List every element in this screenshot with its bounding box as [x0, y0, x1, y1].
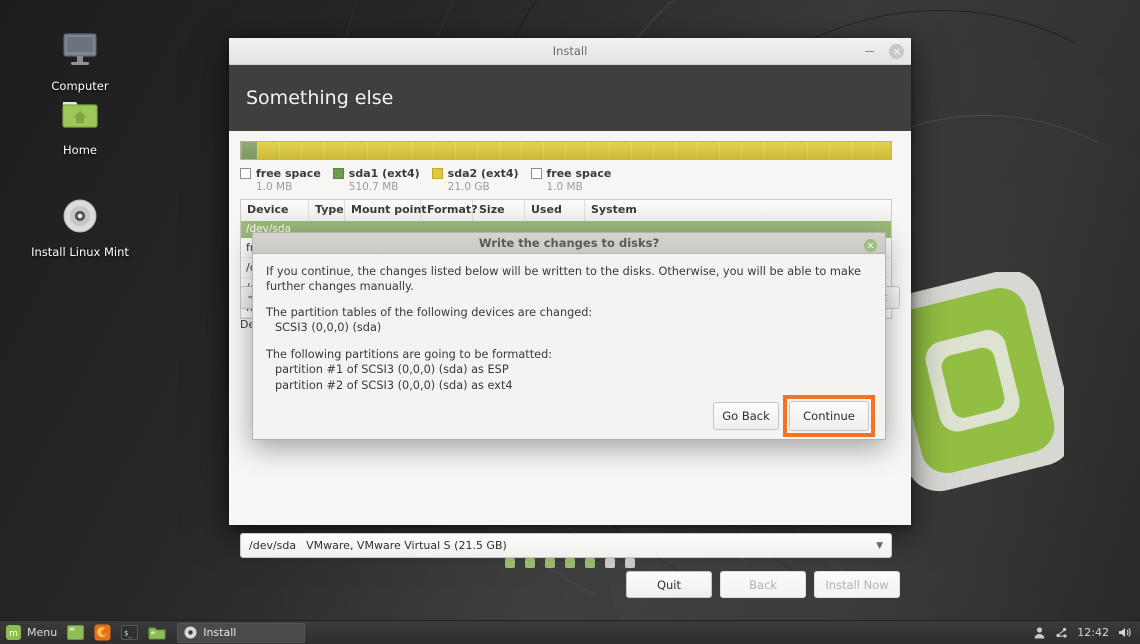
legend-item: free space 1.0 MB [530, 167, 612, 193]
legend-item: sda1 (ext4) 510.7 MB [332, 167, 420, 193]
desktop-icon-install-linux-mint[interactable]: Install Linux Mint [25, 190, 135, 259]
column-header-format[interactable]: Format? [421, 200, 478, 221]
dialog-actions: Go Back Continue [253, 393, 885, 439]
go-back-button[interactable]: Go Back [713, 402, 779, 431]
dialog-body: If you continue, the changes listed belo… [253, 254, 885, 394]
taskbar-window-install[interactable]: Install [177, 622, 306, 643]
legend-item: sda2 (ext4) 21.0 GB [431, 167, 519, 193]
page-title: Something else [229, 65, 911, 131]
progress-dot [525, 558, 535, 568]
column-header-type[interactable]: Type [309, 200, 345, 221]
desktop-icon-computer[interactable]: Computer [25, 24, 135, 93]
dialog-section2-item: partition #1 of SCSI3 (0,0,0) (sda) as E… [275, 363, 509, 377]
legend-size: 510.7 MB [348, 181, 399, 193]
dialog-title: Write the changes to disks? [478, 235, 660, 250]
mint-menu-icon: m [6, 625, 21, 640]
legend-swatch [332, 168, 344, 179]
window-titlebar: Install [229, 38, 911, 65]
write-changes-dialog: Write the changes to disks? If you conti… [252, 232, 886, 440]
legend-swatch [240, 168, 251, 179]
disc-icon [184, 626, 197, 639]
installer-footer-buttons: Quit Back Install Now [626, 571, 900, 598]
files-icon [148, 627, 166, 640]
desktop-icon-label: Install Linux Mint [31, 245, 129, 259]
progress-dot [565, 558, 575, 568]
show-desktop-launcher[interactable] [62, 621, 89, 644]
window-title: Install [552, 44, 588, 58]
menu-label: Menu [27, 626, 58, 639]
progress-dot [625, 558, 635, 568]
dialog-section2-title: The following partitions are going to be… [266, 347, 553, 361]
close-icon[interactable] [864, 239, 877, 252]
continue-button-highlight: Continue [783, 395, 875, 438]
files-launcher[interactable] [143, 621, 171, 644]
minimize-button[interactable] [862, 44, 877, 59]
partition-legend: free space 1.0 MB sda1 (ext4) 510.7 MB s… [240, 167, 900, 193]
progress-dots [0, 558, 1140, 568]
desktop-icon-label: Home [63, 143, 97, 157]
column-header-device[interactable]: Device [241, 200, 309, 221]
quit-button[interactable]: Quit [626, 571, 712, 598]
computer-icon [25, 24, 135, 76]
terminal-launcher[interactable]: $_ [116, 621, 143, 644]
dialog-section2-item: partition #2 of SCSI3 (0,0,0) (sda) as e… [275, 378, 513, 392]
disc-icon [25, 190, 135, 242]
boot-loader-description: VMware, VMware Virtual S (21.5 GB) [306, 539, 507, 552]
taskbar: m Menu $_ Install 12:42 [0, 620, 1140, 644]
boot-loader-device: /dev/sda [249, 539, 297, 552]
taskbar-window-label: Install [203, 626, 237, 639]
terminal-icon: $_ [121, 625, 139, 640]
legend-swatch [431, 168, 443, 179]
user-icon[interactable] [1033, 626, 1046, 639]
column-header-mount-point[interactable]: Mount point [345, 200, 427, 221]
mint-leaf-logo [888, 272, 1064, 492]
boot-loader-select[interactable]: /dev/sda VMware, VMware Virtual S (21.5 … [240, 533, 892, 558]
close-button[interactable] [889, 44, 904, 59]
table-header-row: Device Type Mount point Format? Size Use… [241, 200, 891, 221]
install-now-button[interactable]: Install Now [814, 571, 900, 598]
firefox-icon [94, 624, 111, 641]
partition-segment-sda2 [256, 142, 892, 159]
legend-label: sda1 (ext4) [348, 167, 420, 180]
column-header-size[interactable]: Size [473, 200, 525, 221]
chevron-down-icon: ▼ [876, 540, 883, 551]
clock[interactable]: 12:42 [1077, 626, 1109, 639]
firefox-launcher[interactable] [89, 621, 116, 644]
desktop: Computer Home Install Linux Mint Install… [0, 0, 1140, 644]
svg-text:$_: $_ [124, 630, 133, 638]
partition-bar [240, 141, 892, 160]
dialog-section1-item: SCSI3 (0,0,0) (sda) [275, 321, 382, 335]
volume-icon[interactable] [1118, 626, 1132, 639]
desktop-icon-home[interactable]: Home [25, 88, 135, 157]
show-desktop-icon [67, 625, 85, 640]
legend-size: 1.0 MB [546, 181, 583, 193]
legend-swatch [530, 168, 542, 179]
continue-button[interactable]: Continue [789, 401, 869, 432]
legend-size: 21.0 GB [447, 181, 490, 193]
system-tray: 12:42 [1033, 626, 1140, 639]
column-header-used[interactable]: Used [525, 200, 585, 221]
legend-label: free space [256, 167, 321, 180]
legend-label: free space [546, 167, 612, 180]
progress-dot [505, 558, 515, 568]
progress-dot [605, 558, 615, 568]
folder-home-icon [25, 88, 135, 140]
legend-item: free space 1.0 MB [240, 167, 321, 193]
dialog-section1-title: The partition tables of the following de… [266, 305, 593, 319]
dialog-titlebar: Write the changes to disks? [253, 233, 885, 254]
partition-segment-sda1 [241, 142, 257, 159]
menu-button[interactable]: m Menu [0, 621, 62, 644]
page-title-text: Something else [246, 87, 394, 109]
progress-dot [545, 558, 555, 568]
legend-size: 1.0 MB [256, 181, 293, 193]
progress-dot [585, 558, 595, 568]
back-button[interactable]: Back [720, 571, 806, 598]
svg-text:m: m [9, 629, 18, 639]
legend-label: sda2 (ext4) [447, 167, 519, 180]
network-icon[interactable] [1055, 626, 1068, 639]
dialog-lead-text: If you continue, the changes listed belo… [266, 264, 861, 294]
column-header-system[interactable]: System [585, 200, 891, 221]
